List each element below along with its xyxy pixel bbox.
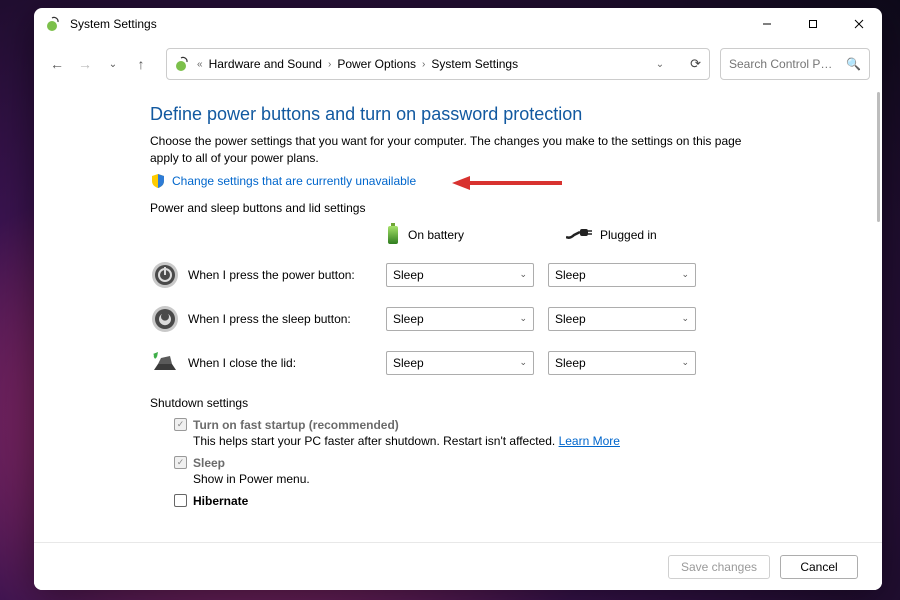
search-input[interactable] [729,57,842,71]
control-panel-icon [175,56,191,72]
minimize-button[interactable] [744,8,790,40]
forward-button[interactable]: → [74,53,96,75]
column-headers: On battery Plugged in [150,223,846,248]
chevron-down-icon: ⌄ [519,357,527,368]
chevron-down-icon[interactable]: ⌄ [656,59,664,70]
power-battery-select[interactable]: Sleep⌄ [386,263,534,287]
search-icon: 🔍 [846,57,861,71]
learn-more-link[interactable]: Learn More [559,434,620,448]
sleep-button-icon [150,304,180,334]
shutdown-hibernate: Hibernate [174,494,846,508]
chevron-right-icon: › [422,59,425,70]
close-button[interactable] [836,8,882,40]
chevron-down-icon: ⌄ [519,313,527,324]
breadcrumb-2[interactable]: System Settings [431,57,518,71]
shutdown-fast-startup: ✓ Turn on fast startup (recommended) Thi… [174,418,846,448]
power-plugged-select[interactable]: Sleep⌄ [548,263,696,287]
chevron-down-icon: ⌄ [519,269,527,280]
page-heading: Define power buttons and turn on passwor… [150,104,846,125]
search-box[interactable]: 🔍 [720,48,870,80]
row-label: When I press the sleep button: [188,312,386,326]
row-label: When I press the power button: [188,268,386,282]
opt-desc: This helps start your PC faster after sh… [193,434,555,448]
checkbox-sleep: ✓ [174,456,187,469]
opt-title: Hibernate [193,494,248,508]
row-close-lid: When I close the lid: Sleep⌄ Sleep⌄ [150,348,846,378]
section-buttons-label: Power and sleep buttons and lid settings [150,201,846,215]
opt-desc: Show in Power menu. [193,472,846,486]
breadcrumb-0[interactable]: Hardware and Sound [209,57,322,71]
back-button[interactable]: ← [46,53,68,75]
chevron-down-icon: ⌄ [681,313,689,324]
cancel-button[interactable]: Cancel [780,555,858,579]
opt-title: Sleep [193,456,225,470]
navbar: ← → ⌄ ↑ « Hardware and Sound › Power Opt… [34,40,882,88]
breadcrumb-1[interactable]: Power Options [337,57,416,71]
opt-title: Turn on fast startup (recommended) [193,418,399,432]
content: Define power buttons and turn on passwor… [34,88,882,542]
maximize-button[interactable] [790,8,836,40]
page-intro: Choose the power settings that you want … [150,133,760,167]
refresh-button[interactable]: ⟳ [690,56,701,72]
address-bar[interactable]: « Hardware and Sound › Power Options › S… [166,48,710,80]
battery-icon [386,223,400,248]
sleep-battery-select[interactable]: Sleep⌄ [386,307,534,331]
power-icon [46,16,62,32]
row-power-button: When I press the power button: Sleep⌄ Sl… [150,260,846,290]
row-sleep-button: When I press the sleep button: Sleep⌄ Sl… [150,304,846,334]
scrollbar[interactable] [872,92,880,538]
power-button-icon [150,260,180,290]
laptop-lid-icon [150,348,180,378]
window: System Settings ← → ⌄ ↑ « Hardware and S… [34,8,882,590]
chevron-down-icon: ⌄ [681,357,689,368]
titlebar: System Settings [34,8,882,40]
save-button: Save changes [668,555,770,579]
shield-icon [150,173,166,189]
chevron-down-icon: ⌄ [681,269,689,280]
section-shutdown-label: Shutdown settings [150,396,846,410]
lid-plugged-select[interactable]: Sleep⌄ [548,351,696,375]
checkbox-fast-startup: ✓ [174,418,187,431]
change-settings-link[interactable]: Change settings that are currently unava… [172,174,416,188]
window-title: System Settings [70,17,157,31]
footer: Save changes Cancel [34,542,882,590]
col-battery-label: On battery [408,228,464,242]
col-plugged-label: Plugged in [600,228,657,242]
row-label: When I close the lid: [188,356,386,370]
shutdown-sleep: ✓ Sleep Show in Power menu. [174,456,846,486]
plug-icon [566,227,592,244]
checkbox-hibernate[interactable] [174,494,187,507]
annotation-arrow [452,174,562,197]
sleep-plugged-select[interactable]: Sleep⌄ [548,307,696,331]
lid-battery-select[interactable]: Sleep⌄ [386,351,534,375]
recent-dropdown[interactable]: ⌄ [102,53,124,75]
chevron-right-icon: › [328,59,331,70]
breadcrumb-prefix: « [197,59,203,70]
up-button[interactable]: ↑ [130,53,152,75]
